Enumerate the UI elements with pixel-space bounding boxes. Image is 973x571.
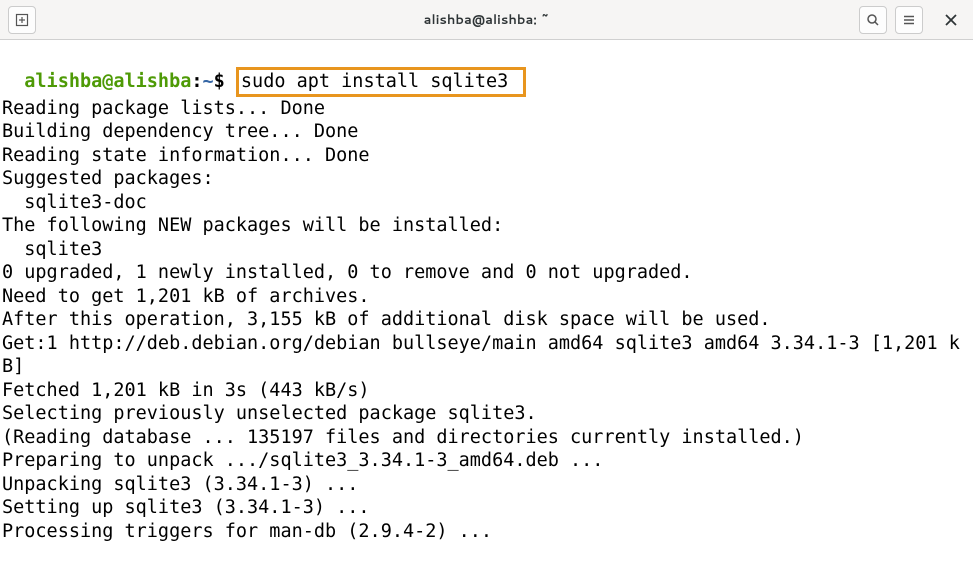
output-line: 0 upgraded, 1 newly installed, 0 to remo… — [2, 261, 971, 284]
output-line: Preparing to unpack .../sqlite3_3.34.1-3… — [2, 449, 971, 472]
typed-command: sudo apt install sqlite3 — [241, 71, 508, 92]
output-line: sqlite3 — [2, 238, 971, 261]
output-line: Processing triggers for man-db (2.9.4-2)… — [2, 520, 971, 543]
output-line: After this operation, 3,155 kB of additi… — [2, 308, 971, 331]
output-line: Suggested packages: — [2, 167, 971, 190]
menu-button[interactable] — [895, 6, 923, 34]
output-line: Fetched 1,201 kB in 3s (443 kB/s) — [2, 379, 971, 402]
output-line: sqlite3-doc — [2, 191, 971, 214]
output-line: (Reading database ... 135197 files and d… — [2, 426, 971, 449]
search-button[interactable] — [859, 6, 887, 34]
prompt-path: ~ — [203, 71, 214, 92]
titlebar-left-controls — [8, 6, 40, 34]
prompt-dollar: $ — [214, 71, 225, 92]
prompt-separator: : — [191, 71, 202, 92]
window-title: alishba@alishba: ~ — [424, 11, 550, 29]
output-line: Get:1 http://deb.debian.org/debian bulls… — [2, 332, 971, 379]
search-icon — [866, 13, 880, 27]
prompt-user: alishba@alishba — [24, 71, 191, 92]
new-tab-icon — [15, 13, 29, 27]
output-line: Need to get 1,201 kB of archives. — [2, 285, 971, 308]
new-tab-button[interactable] — [8, 6, 36, 34]
output-line: Reading state information... Done — [2, 144, 971, 167]
output-line: Unpacking sqlite3 (3.34.1-3) ... — [2, 473, 971, 496]
output-line: The following NEW packages will be insta… — [2, 214, 971, 237]
output-line: Reading package lists... Done — [2, 97, 971, 120]
command-highlight: sudo apt install sqlite3 — [236, 67, 526, 96]
close-icon — [945, 14, 957, 26]
output-line: Building dependency tree... Done — [2, 120, 971, 143]
output-lines: Reading package lists... DoneBuilding de… — [2, 97, 971, 543]
window-titlebar: alishba@alishba: ~ — [0, 0, 973, 40]
close-button[interactable] — [937, 6, 965, 34]
titlebar-right-controls — [859, 6, 965, 34]
hamburger-icon — [902, 13, 916, 27]
output-line: Setting up sqlite3 (3.34.1-3) ... — [2, 496, 971, 519]
terminal-output-area[interactable]: alishba@alishba:~$ sudo apt install sqli… — [0, 40, 973, 571]
output-line: Selecting previously unselected package … — [2, 402, 971, 425]
